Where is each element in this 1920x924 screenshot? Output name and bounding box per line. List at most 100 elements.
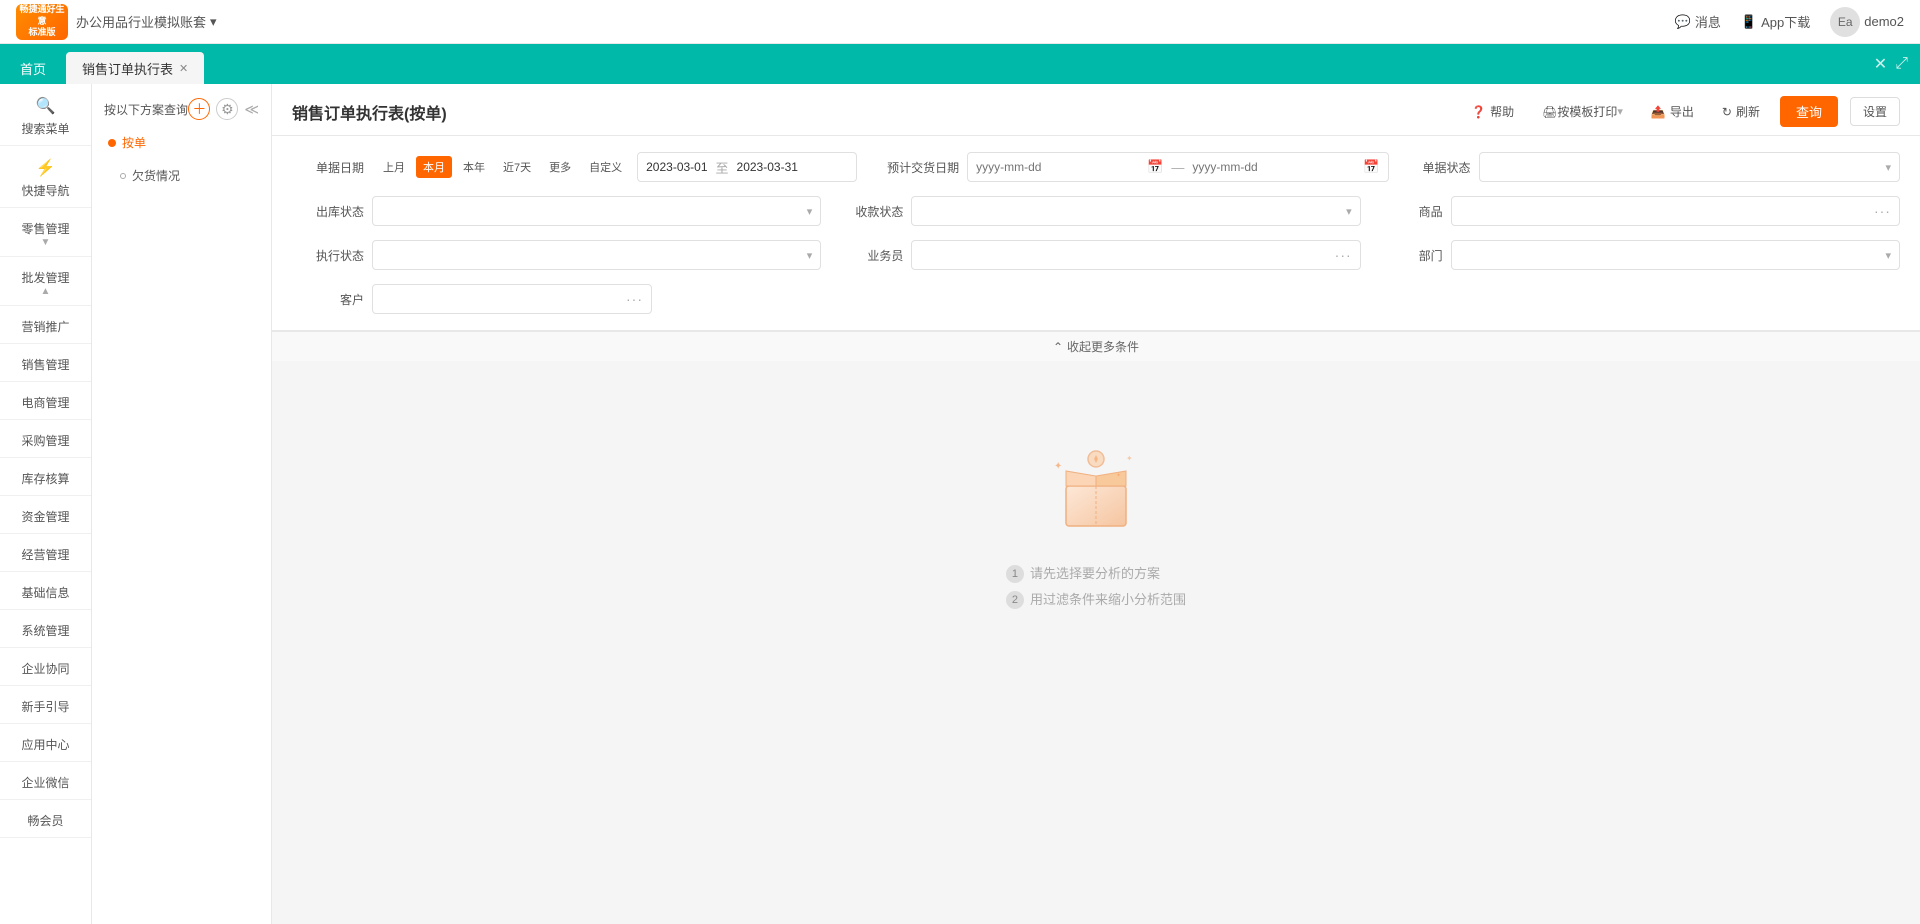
settings-scheme-button[interactable]: ⚙ bbox=[216, 98, 238, 120]
calendar-end-icon[interactable]: 📅 bbox=[1363, 159, 1379, 175]
sidebar-item-enterprise[interactable]: 企业协同 bbox=[0, 648, 91, 686]
salesperson-label: 业务员 bbox=[841, 247, 911, 264]
refresh-button[interactable]: ↻ 刷新 bbox=[1714, 99, 1768, 124]
sidebar-item-retail[interactable]: 零售管理 ▼ bbox=[0, 208, 91, 257]
sidebar-item-system[interactable]: 系统管理 bbox=[0, 610, 91, 648]
date-start-value: 2023-03-01 bbox=[646, 160, 707, 174]
tip-num-2: 2 bbox=[1006, 591, 1024, 609]
sidebar-item-marketing[interactable]: 营销推广 bbox=[0, 306, 91, 344]
tab-close-icon[interactable]: ✕ bbox=[179, 62, 188, 75]
goods-input[interactable]: ··· bbox=[1451, 196, 1900, 226]
refresh-label: 刷新 bbox=[1736, 103, 1760, 120]
header-right: 💬 消息 📱 App下载 Ea demo2 bbox=[1675, 7, 1904, 37]
sidebar-item-appstore[interactable]: 应用中心 bbox=[0, 724, 91, 762]
avatar: Ea bbox=[1830, 7, 1860, 37]
payment-status-select[interactable]: ▾ bbox=[911, 196, 1360, 226]
tip-item-1: 1 请先选择要分析的方案 bbox=[1006, 561, 1186, 587]
sidebar-item-finance[interactable]: 资金管理 bbox=[0, 496, 91, 534]
warehouse-status-label: 出库状态 bbox=[292, 203, 372, 220]
app-download-button[interactable]: 📱 App下载 bbox=[1741, 12, 1810, 31]
sidebar-item-member[interactable]: 畅会员 bbox=[0, 800, 91, 838]
export-button[interactable]: 📤 导出 bbox=[1643, 99, 1702, 124]
dept-chevron-icon: ▾ bbox=[1885, 249, 1891, 262]
date-btn-custom[interactable]: 自定义 bbox=[582, 156, 629, 178]
customer-more-icon[interactable]: ··· bbox=[626, 291, 643, 307]
gear-icon: ⚙ bbox=[221, 101, 234, 118]
maximize-window-icon[interactable]: ⤢ bbox=[1895, 55, 1908, 73]
print-icon: 🖨 bbox=[1542, 105, 1557, 119]
expected-date-start-input[interactable] bbox=[976, 160, 1143, 174]
sidebar-item-shortcut[interactable]: ⚡ 快捷导航 bbox=[0, 146, 91, 208]
empty-svg: ✦ ✦ ✦ bbox=[1046, 441, 1146, 541]
add-scheme-button[interactable]: ＋ bbox=[188, 98, 210, 120]
message-label: 消息 bbox=[1695, 12, 1721, 31]
tip-item-2: 2 用过滤条件来缩小分析范围 bbox=[1006, 587, 1186, 613]
sidebar-item-purchase[interactable]: 采购管理 bbox=[0, 420, 91, 458]
scheme-item-debt[interactable]: 欠货情况 bbox=[92, 159, 271, 192]
empty-illustration: ✦ ✦ ✦ bbox=[1046, 441, 1146, 541]
exec-status-label: 执行状态 bbox=[292, 247, 372, 264]
app-selector[interactable]: 办公用品行业模拟账套 ▾ bbox=[76, 12, 217, 31]
app-download-label: App下载 bbox=[1761, 12, 1810, 31]
help-button[interactable]: ❓ 帮助 bbox=[1463, 99, 1522, 124]
tip-text-1: 请先选择要分析的方案 bbox=[1030, 561, 1160, 587]
exec-status-select[interactable]: ▾ bbox=[372, 240, 821, 270]
sidebar-finance-label: 资金管理 bbox=[21, 508, 69, 525]
date-btn-last-month[interactable]: 上月 bbox=[376, 156, 412, 178]
date-btn-this-year[interactable]: 本年 bbox=[456, 156, 492, 178]
print-arrow-icon: ▾ bbox=[1617, 105, 1623, 118]
date-btn-this-month[interactable]: 本月 bbox=[416, 156, 452, 178]
sidebar-item-inventory[interactable]: 库存核算 bbox=[0, 458, 91, 496]
filter-row-3: 执行状态 ▾ 业务员 ··· 部门 ▾ bbox=[292, 240, 1900, 270]
sidebar-item-wechat[interactable]: 企业微信 bbox=[0, 762, 91, 800]
scheme-active-dot bbox=[108, 139, 116, 147]
department-select[interactable]: ▾ bbox=[1451, 240, 1900, 270]
scheme-inactive-dot bbox=[120, 173, 126, 179]
status-label: 单据状态 bbox=[1409, 159, 1479, 176]
sidebar-item-guide[interactable]: 新手引导 bbox=[0, 686, 91, 724]
empty-tips: 1 请先选择要分析的方案 2 用过滤条件来缩小分析范围 bbox=[1006, 561, 1186, 613]
expected-date-end-input[interactable] bbox=[1192, 160, 1359, 174]
status-select[interactable]: ▾ bbox=[1479, 152, 1900, 182]
plus-icon: ＋ bbox=[192, 99, 206, 119]
sidebar-item-basic[interactable]: 基础信息 bbox=[0, 572, 91, 610]
sidebar-item-operation[interactable]: 经营管理 bbox=[0, 534, 91, 572]
filter-row-1: 单据日期 上月 本月 本年 近7天 更多 自定义 2023-03-01 至 bbox=[292, 152, 1900, 182]
calendar-start-icon[interactable]: 📅 bbox=[1147, 159, 1163, 175]
sidebar-item-ecommerce[interactable]: 电商管理 bbox=[0, 382, 91, 420]
print-label: 按模板打印 bbox=[1557, 103, 1617, 120]
warehouse-status-select[interactable]: ▾ bbox=[372, 196, 821, 226]
settings-button[interactable]: 设置 bbox=[1850, 97, 1900, 126]
goods-more-icon[interactable]: ··· bbox=[1874, 203, 1891, 219]
template-print-button[interactable]: 🖨 按模板打印 ▾ bbox=[1534, 99, 1631, 124]
query-button[interactable]: 查询 bbox=[1780, 96, 1838, 127]
collapse-bar[interactable]: ⌃ 收起更多条件 bbox=[272, 331, 1920, 361]
tab-home[interactable]: 首页 bbox=[4, 52, 62, 84]
scheme-item-press[interactable]: 按单 bbox=[92, 126, 271, 159]
sidebar-system-label: 系统管理 bbox=[21, 622, 69, 639]
salesperson-more-icon[interactable]: ··· bbox=[1335, 247, 1352, 263]
sidebar-item-sales[interactable]: 销售管理 bbox=[0, 344, 91, 382]
sidebar-retail-label: 零售管理 bbox=[21, 220, 69, 237]
department-label: 部门 bbox=[1381, 247, 1451, 264]
collapse-panel-button[interactable]: ≪ bbox=[244, 101, 259, 118]
filter-area: 单据日期 上月 本月 本年 近7天 更多 自定义 2023-03-01 至 bbox=[272, 136, 1920, 331]
date-btn-last-7days[interactable]: 近7天 bbox=[496, 156, 538, 178]
tab-sales-order[interactable]: 销售订单执行表 ✕ bbox=[66, 52, 204, 84]
query-button-label: 查询 bbox=[1796, 102, 1822, 121]
salesperson-input[interactable]: ··· bbox=[911, 240, 1360, 270]
date-btn-more[interactable]: 更多 bbox=[542, 156, 578, 178]
close-window-icon[interactable]: ✕ bbox=[1874, 54, 1887, 74]
customer-input[interactable]: ··· bbox=[372, 284, 652, 314]
filter-row-4: 客户 ··· bbox=[292, 284, 1900, 314]
sidebar-item-search[interactable]: 🔍 搜索菜单 bbox=[0, 84, 91, 146]
expected-date-label: 预计交货日期 bbox=[877, 159, 967, 176]
scheme-debt-label: 欠货情况 bbox=[132, 167, 180, 184]
search-icon: 🔍 bbox=[36, 96, 56, 116]
user-profile[interactable]: Ea demo2 bbox=[1830, 7, 1904, 37]
date-label: 单据日期 bbox=[292, 159, 372, 176]
app-selector-label: 办公用品行业模拟账套 bbox=[76, 12, 206, 31]
message-button[interactable]: 💬 消息 bbox=[1675, 12, 1721, 31]
sidebar-item-wholesale[interactable]: 批发管理 ▲ bbox=[0, 257, 91, 306]
payment-status-label: 收款状态 bbox=[841, 203, 911, 220]
